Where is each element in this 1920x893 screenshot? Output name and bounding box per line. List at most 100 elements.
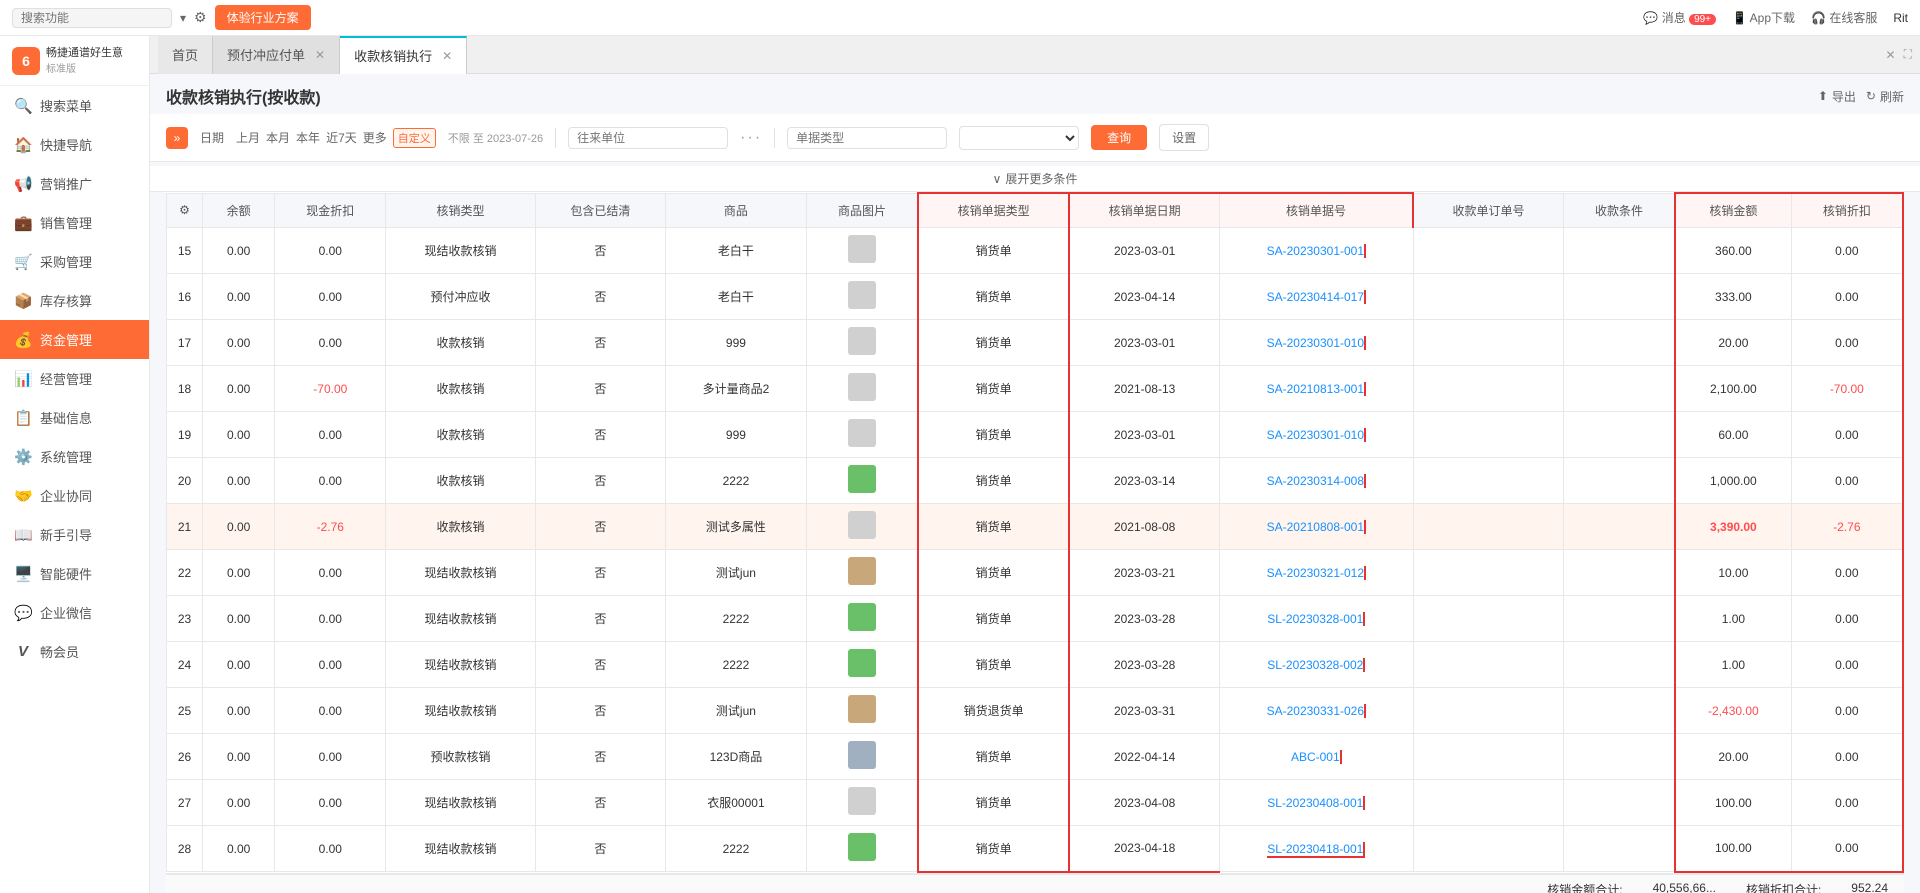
row-bill-no[interactable]: SL-20230328-002 (1220, 642, 1414, 688)
sidebar-item-guide[interactable]: 📖 新手引导 (0, 515, 149, 554)
sidebar-item-inventory[interactable]: 📦 库存核算 (0, 281, 149, 320)
row-id: 27 (167, 780, 203, 826)
sidebar-item-marketing[interactable]: 📢 营销推广 (0, 164, 149, 203)
page-actions: ⬆ 导出 ↻ 刷新 (1818, 88, 1904, 105)
message-area[interactable]: 💬 消息 99+ (1643, 9, 1716, 26)
sidebar-item-member[interactable]: V 畅会员 (0, 632, 149, 671)
search-icon: 🔍 (14, 97, 32, 115)
filter-bar: » 日期 上月 本月 本年 近7天 更多 自定义 不限 至 2023-07-26… (150, 114, 1920, 162)
sidebar-menu: 🔍 搜索菜单 🏠 快捷导航 📢 营销推广 💼 销售管理 🛒 采购管理 📦 (0, 86, 149, 893)
online-service-link[interactable]: 🎧 在线客服 (1811, 9, 1877, 26)
row-amount: 1.00 (1675, 642, 1791, 688)
query-button[interactable]: 查询 (1091, 125, 1147, 150)
row-type: 现结收款核销 (386, 550, 536, 596)
tab-prepay-close[interactable]: ✕ (315, 48, 325, 62)
industry-solution-button[interactable]: 体验行业方案 (215, 5, 311, 30)
row-bill-no[interactable]: SA-20230331-026 (1220, 688, 1414, 734)
row-amount: 20.00 (1675, 734, 1791, 780)
company-more-button[interactable]: ··· (740, 129, 762, 147)
row-payment-cond (1563, 366, 1675, 412)
row-bill-no[interactable]: SA-20230301-010 (1220, 412, 1414, 458)
table-container[interactable]: ⚙ 余额 现金折扣 核销类型 包含已结清 商品 商品图片 核销单据类型 核销单据… (150, 192, 1920, 893)
search-input[interactable] (12, 8, 172, 28)
date-7days[interactable]: 近7天 (326, 129, 357, 146)
row-payment-cond (1563, 412, 1675, 458)
table-row: 17 0.00 0.00 收款核销 否 999 销货单 2023-03-01 S… (167, 320, 1904, 366)
row-bill-no[interactable]: SA-20210808-001 (1220, 504, 1414, 550)
row-cash-discount: -2.76 (275, 504, 386, 550)
refresh-button[interactable]: ↻ 刷新 (1866, 88, 1904, 105)
sidebar-item-basic[interactable]: 📋 基础信息 (0, 398, 149, 437)
row-bill-date: 2023-04-18 (1069, 826, 1219, 872)
bill-type-filter-input[interactable] (787, 127, 947, 149)
maximize-icon[interactable]: ⛶ (1904, 47, 1912, 62)
close-window-icon[interactable]: ✕ (1886, 48, 1896, 62)
row-amount: 360.00 (1675, 228, 1791, 274)
settings-icon[interactable]: ⚙ (194, 9, 207, 26)
row-balance: 0.00 (203, 274, 275, 320)
logo-icon: 6 (12, 47, 40, 75)
main-layout: 6 畅捷通谱好生意 标准版 🔍 搜索菜单 🏠 快捷导航 📢 营销推广 💼 销售管… (0, 36, 1920, 893)
sidebar-item-management[interactable]: 📊 经营管理 (0, 359, 149, 398)
tab-home[interactable]: 首页 (158, 36, 213, 74)
row-goods: 衣服00001 (665, 780, 806, 826)
sidebar-item-hardware[interactable]: 🖥️ 智能硬件 (0, 554, 149, 593)
row-bill-no[interactable]: SA-20230301-010 (1220, 320, 1414, 366)
row-bill-no[interactable]: SL-20230418-001 (1220, 826, 1414, 872)
row-cash-discount: 0.00 (275, 734, 386, 780)
row-type: 收款核销 (386, 412, 536, 458)
tab-payment[interactable]: 收款核销执行 ✕ (340, 36, 467, 74)
row-goods-img (806, 642, 918, 688)
row-goods: 老白干 (665, 274, 806, 320)
date-custom[interactable]: 自定义 (393, 128, 436, 148)
sidebar-item-system[interactable]: ⚙️ 系统管理 (0, 437, 149, 476)
row-bill-no[interactable]: SL-20230328-001 (1220, 596, 1414, 642)
sidebar-item-sales[interactable]: 💼 销售管理 (0, 203, 149, 242)
sidebar-item-collab[interactable]: 🤝 企业协同 (0, 476, 149, 515)
date-more[interactable]: 更多 (363, 129, 387, 146)
row-bill-no[interactable]: SA-20230414-017 (1220, 274, 1414, 320)
row-balance: 0.00 (203, 550, 275, 596)
date-this-year[interactable]: 本年 (296, 129, 320, 146)
bill-type-select[interactable] (959, 126, 1079, 150)
row-bill-type: 销货单 (918, 274, 1069, 320)
row-payment-cond (1563, 550, 1675, 596)
sidebar-item-wechat[interactable]: 💬 企业微信 (0, 593, 149, 632)
th-balance: 余额 (203, 193, 275, 228)
row-bill-no[interactable]: SA-20230301-001 (1220, 228, 1414, 274)
date-last-month[interactable]: 上月 (236, 129, 260, 146)
row-bill-no[interactable]: SA-20210813-001 (1220, 366, 1414, 412)
row-payment-cond (1563, 320, 1675, 366)
footer-amount-label: 核销金额合计: (1547, 881, 1622, 893)
row-bill-no[interactable]: SA-20230321-012 (1220, 550, 1414, 596)
tab-payment-close[interactable]: ✕ (442, 49, 452, 63)
tab-prepay[interactable]: 预付冲应付单 ✕ (213, 36, 340, 74)
dropdown-button[interactable]: ▾ (180, 11, 186, 25)
sidebar-item-finance[interactable]: 💰 资金管理 (0, 320, 149, 359)
filter-expand-button[interactable]: » (166, 127, 188, 149)
row-bill-no[interactable]: ABC-001 (1220, 734, 1414, 780)
sidebar-item-search[interactable]: 🔍 搜索菜单 (0, 86, 149, 125)
company-filter-input[interactable] (568, 127, 728, 149)
th-settings[interactable]: ⚙ (167, 193, 203, 228)
app-download-link[interactable]: 📱 App下载 (1732, 9, 1795, 26)
table-row: 23 0.00 0.00 现结收款核销 否 2222 销货单 2023-03-2… (167, 596, 1904, 642)
row-payment-cond (1563, 458, 1675, 504)
row-bill-no[interactable]: SL-20230408-001 (1220, 780, 1414, 826)
row-discount: 0.00 (1791, 550, 1903, 596)
row-bill-no[interactable]: SA-20230314-008 (1220, 458, 1414, 504)
sidebar-item-nav[interactable]: 🏠 快捷导航 (0, 125, 149, 164)
expand-more-button[interactable]: ∨ 展开更多条件 (993, 170, 1078, 187)
row-bill-type: 销货单 (918, 366, 1069, 412)
footer-amount-value: 40,556,66... (1653, 881, 1716, 893)
sidebar-label-system: 系统管理 (40, 447, 92, 466)
row-order-no (1413, 734, 1563, 780)
column-settings-button[interactable]: 设置 (1159, 124, 1209, 151)
main-area: 首页 预付冲应付单 ✕ 收款核销执行 ✕ ✕ ⛶ 收款核销执行(按收款) (150, 36, 1920, 893)
row-settled: 否 (535, 596, 665, 642)
date-this-month[interactable]: 本月 (266, 129, 290, 146)
export-button[interactable]: ⬆ 导出 (1818, 88, 1856, 105)
row-discount: -2.76 (1791, 504, 1903, 550)
row-balance: 0.00 (203, 366, 275, 412)
sidebar-item-purchase[interactable]: 🛒 采购管理 (0, 242, 149, 281)
